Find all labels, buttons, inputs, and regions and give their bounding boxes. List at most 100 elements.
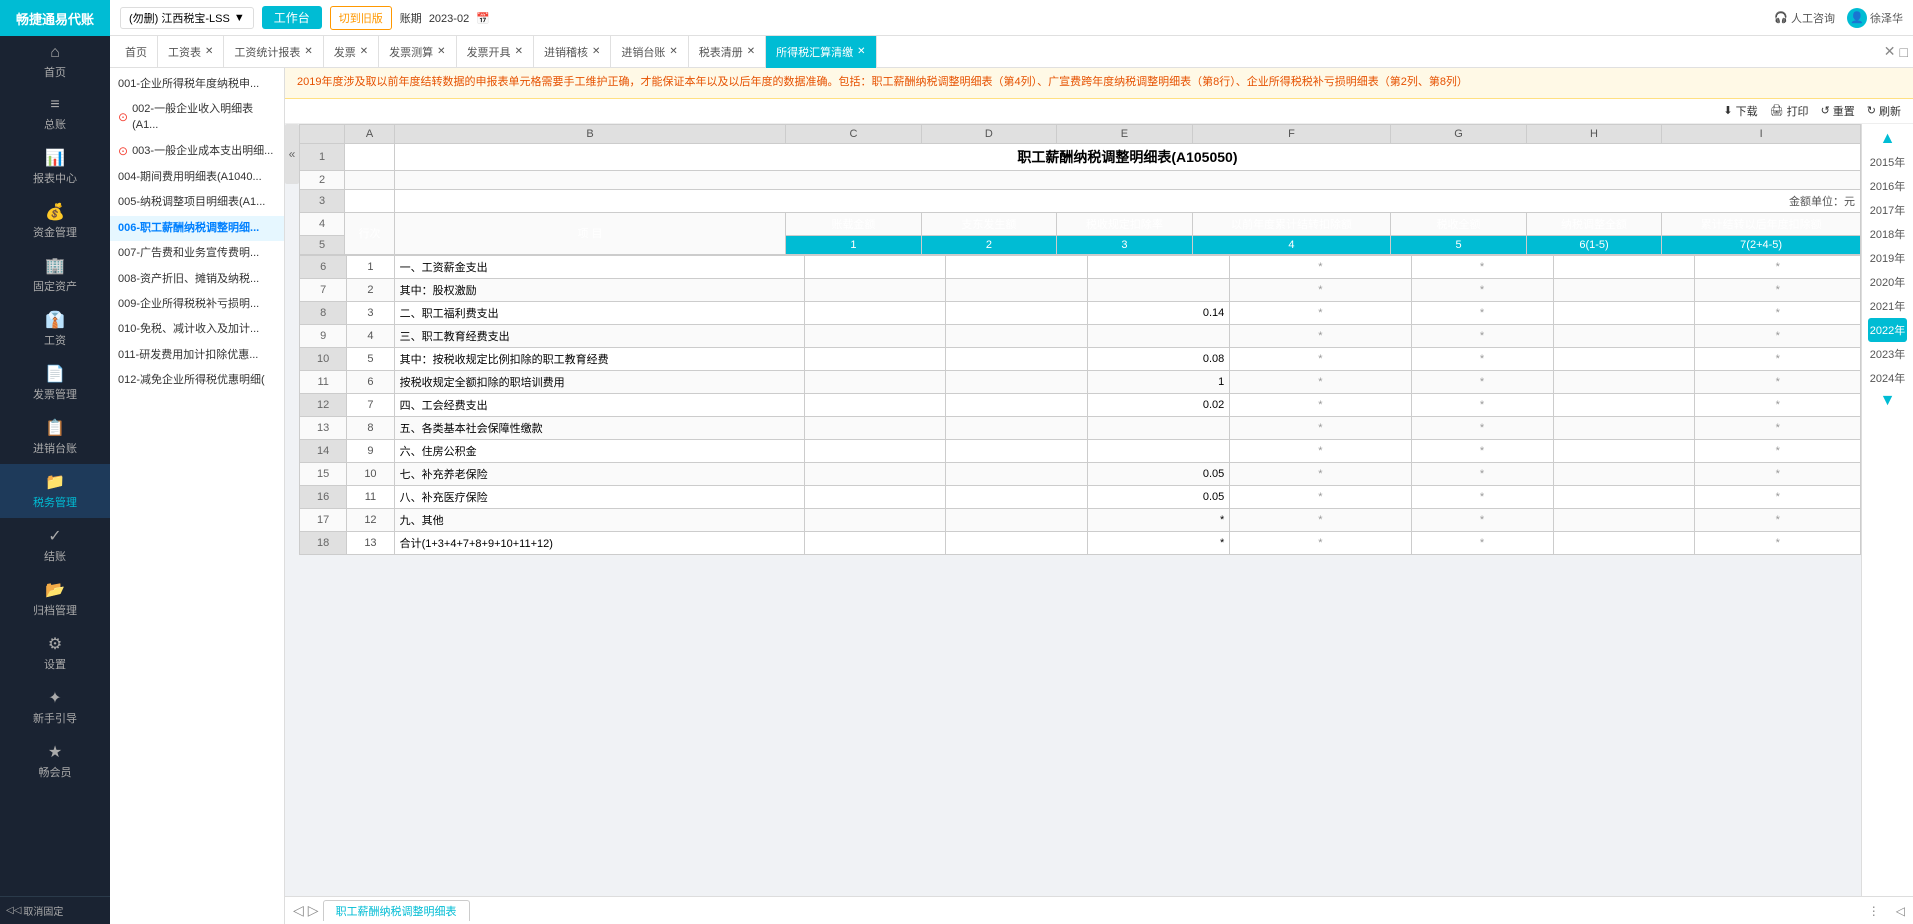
col6-cell[interactable] (1553, 347, 1695, 370)
year-item[interactable]: 2017年 (1868, 198, 1907, 222)
form-item-001[interactable]: 001-企业所得税年度纳税申... (110, 72, 284, 97)
form-item-004[interactable]: 004-期间费用明细表(A1040... (110, 165, 284, 190)
tab-invoice[interactable]: 发票✕ (324, 36, 379, 68)
col6-cell[interactable] (1553, 439, 1695, 462)
form-item-012[interactable]: 012-减免企业所得税优惠明细( (110, 368, 284, 393)
item-label-cell[interactable]: 其中：股权激励 (394, 278, 804, 301)
form-item-009[interactable]: 009-企业所得税税补亏损明... (110, 292, 284, 317)
close-icon[interactable]: ✕ (437, 46, 445, 57)
item-label-cell[interactable]: 九、其他 (394, 508, 804, 531)
sidebar-item-archive[interactable]: 📂 归档管理 (0, 572, 110, 626)
col6-cell[interactable] (1553, 255, 1695, 278)
col6-cell[interactable] (1553, 301, 1695, 324)
form-item-006[interactable]: 006-职工薪酬纳税调整明细... (110, 216, 284, 241)
item-label-cell[interactable]: 三、职工教育经费支出 (394, 324, 804, 347)
tab-tax-settlement[interactable]: 所得税汇算清缴✕ (766, 36, 876, 68)
col3-cell[interactable]: 0.08 (1088, 347, 1230, 370)
form-item-005[interactable]: 005-纳税调整项目明细表(A1... (110, 190, 284, 215)
tab-invoice-open[interactable]: 发票开具✕ (457, 36, 534, 68)
col2-cell[interactable] (946, 255, 1088, 278)
scroll-right-icon[interactable]: ◁ (1896, 904, 1905, 918)
col1-cell[interactable] (804, 462, 946, 485)
col6-cell[interactable] (1553, 324, 1695, 347)
item-label-cell[interactable]: 五、各类基本社会保障性缴款 (394, 416, 804, 439)
year-item[interactable]: 2020年 (1868, 270, 1907, 294)
year-item[interactable]: 2023年 (1868, 342, 1907, 366)
col3-cell[interactable] (1088, 439, 1230, 462)
col3-cell[interactable] (1088, 278, 1230, 301)
close-icon[interactable]: ✕ (360, 46, 368, 57)
item-label-cell[interactable]: 六、住房公积金 (394, 439, 804, 462)
form-item-008[interactable]: 008-资产折旧、摊销及纳税... (110, 267, 284, 292)
col2-cell[interactable] (946, 462, 1088, 485)
human-service[interactable]: 🎧 人工咨询 (1774, 10, 1835, 26)
col2-cell[interactable] (946, 416, 1088, 439)
col2-cell[interactable] (946, 324, 1088, 347)
sheet-tab-main[interactable]: 职工薪酬纳税调整明细表 (323, 900, 470, 921)
restore-tab-button[interactable]: □ (1900, 43, 1908, 60)
col1-cell[interactable] (804, 531, 946, 554)
more-icon[interactable]: ⋮ (1868, 904, 1880, 918)
sidebar-item-member[interactable]: ★ 畅会员 (0, 734, 110, 788)
company-selector[interactable]: (勿删) 江西税宝-LSS ▼ (120, 7, 254, 29)
col2-cell[interactable] (946, 485, 1088, 508)
sidebar-item-payroll[interactable]: 👔 工资 (0, 302, 110, 356)
year-item[interactable]: 2016年 (1868, 174, 1907, 198)
col6-cell[interactable] (1553, 370, 1695, 393)
sidebar-item-ledger[interactable]: ≡ 总账 (0, 88, 110, 140)
spreadsheet-scroll[interactable]: A B C D E F G H I (299, 124, 1861, 896)
calendar-icon[interactable]: 📅 (476, 13, 490, 25)
col1-cell[interactable] (804, 508, 946, 531)
collapse-button[interactable]: « (285, 124, 299, 184)
tab-invoice-calc[interactable]: 发票测算✕ (379, 36, 456, 68)
refresh-button[interactable]: ↻ 刷新 (1867, 103, 1901, 119)
col1-cell[interactable] (804, 278, 946, 301)
col3-cell[interactable]: 0.05 (1088, 462, 1230, 485)
col2-cell[interactable] (946, 531, 1088, 554)
close-icon[interactable]: ✕ (515, 46, 523, 57)
close-icon[interactable]: ✕ (857, 46, 865, 57)
col3-cell[interactable]: * (1088, 531, 1230, 554)
sidebar-item-home[interactable]: ⌂ 首页 (0, 36, 110, 88)
close-tab-button[interactable]: ✕ (1884, 43, 1896, 60)
sidebar-item-closing[interactable]: ✓ 结账 (0, 518, 110, 572)
close-icon[interactable]: ✕ (205, 46, 213, 57)
item-label-cell[interactable]: 合计(1+3+4+7+8+9+10+11+12) (394, 531, 804, 554)
year-item[interactable]: 2024年 (1868, 366, 1907, 390)
col1-cell[interactable] (804, 324, 946, 347)
tab-sales-ledger[interactable]: 进销台账✕ (611, 36, 688, 68)
col6-cell[interactable] (1553, 393, 1695, 416)
col2-cell[interactable] (946, 301, 1088, 324)
workbench-button[interactable]: 工作台 (262, 6, 322, 29)
item-label-cell[interactable]: 二、职工福利费支出 (394, 301, 804, 324)
form-item-010[interactable]: 010-免税、减计收入及加计... (110, 317, 284, 342)
col2-cell[interactable] (946, 278, 1088, 301)
col2-cell[interactable] (946, 439, 1088, 462)
sidebar-item-settings[interactable]: ⚙ 设置 (0, 626, 110, 680)
scroll-right-button[interactable]: ▷ (308, 902, 319, 919)
switch-version-button[interactable]: 切到旧版 (330, 6, 392, 30)
print-button[interactable]: 🖨 打印 (1770, 103, 1809, 119)
col1-cell[interactable] (804, 393, 946, 416)
scroll-left-button[interactable]: ◁ (293, 902, 304, 919)
sidebar-item-finance[interactable]: 💰 资金管理 (0, 194, 110, 248)
close-icon[interactable]: ✕ (669, 46, 677, 57)
item-label-cell[interactable]: 其中：按税收规定比例扣除的职工教育经费 (394, 347, 804, 370)
year-item[interactable]: 2022年 (1868, 318, 1907, 342)
tab-home[interactable]: 首页 (115, 36, 158, 68)
col6-cell[interactable] (1553, 508, 1695, 531)
col3-cell[interactable] (1088, 255, 1230, 278)
year-item[interactable]: 2018年 (1868, 222, 1907, 246)
sidebar-item-assets[interactable]: 🏢 固定资产 (0, 248, 110, 302)
year-item[interactable]: 2019年 (1868, 246, 1907, 270)
col6-cell[interactable] (1553, 462, 1695, 485)
col2-cell[interactable] (946, 370, 1088, 393)
reset-button[interactable]: ↺ 重置 (1821, 103, 1855, 119)
col1-cell[interactable] (804, 301, 946, 324)
year-down-button[interactable]: ▼ (1878, 390, 1898, 412)
col3-cell[interactable]: 1 (1088, 370, 1230, 393)
col1-cell[interactable] (804, 370, 946, 393)
form-item-007[interactable]: 007-广告费和业务宣传费明... (110, 241, 284, 266)
col3-cell[interactable]: 0.05 (1088, 485, 1230, 508)
form-item-003[interactable]: ⊙ 003-一般企业成本支出明细... (110, 138, 284, 165)
